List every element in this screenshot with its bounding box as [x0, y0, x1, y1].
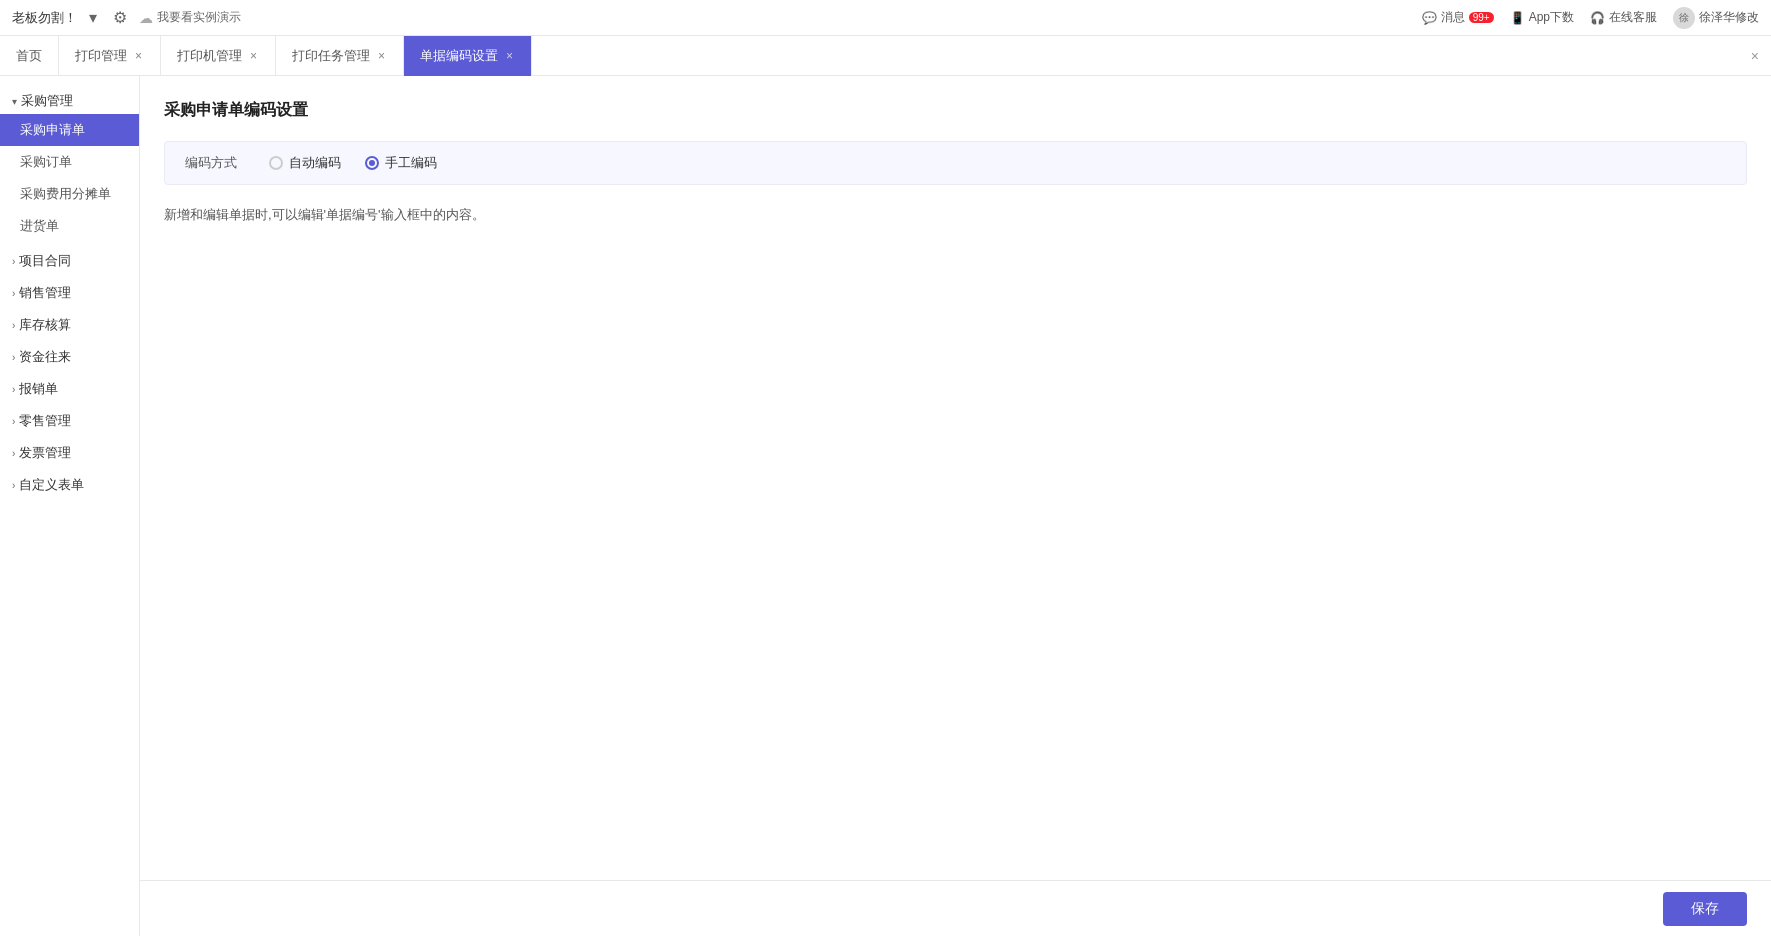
sidebar-group-retail-mgmt-header[interactable]: › 零售管理	[0, 404, 139, 434]
sidebar-group-capital: › 资金往来	[0, 340, 139, 370]
tab-print-task-mgmt[interactable]: 打印任务管理 ×	[276, 36, 404, 76]
tab-print-mgmt[interactable]: 打印管理 ×	[59, 36, 161, 76]
project-contract-label: 项目合同	[19, 252, 71, 270]
project-contract-arrow: ›	[12, 256, 15, 267]
sidebar-group-purchase-mgmt: ▾ 采购管理 采购申请单 采购订单 采购费用分摊单 进货单	[0, 84, 139, 242]
sidebar-item-purchase-expense-label: 采购费用分摊单	[20, 186, 111, 201]
app-download-label: App下数	[1529, 9, 1574, 26]
sidebar: ▾ 采购管理 采购申请单 采购订单 采购费用分摊单 进货单 › 项目合同	[0, 76, 140, 936]
message-icon: 💬	[1422, 11, 1437, 25]
demo-link[interactable]: ☁ 我要看实例演示	[139, 9, 241, 26]
custom-form-arrow: ›	[12, 480, 15, 491]
sidebar-group-retail-mgmt: › 零售管理	[0, 404, 139, 434]
invoice-mgmt-label: 发票管理	[19, 444, 71, 462]
settings-button[interactable]: ⚙	[109, 6, 131, 29]
tab-print-task-mgmt-label: 打印任务管理	[292, 47, 370, 65]
tab-printer-mgmt-close[interactable]: ×	[248, 50, 259, 62]
app-title: 老板勿割！	[12, 9, 77, 27]
user-info[interactable]: 徐 徐泽华修改	[1673, 7, 1759, 29]
user-name: 徐泽华修改	[1699, 9, 1759, 26]
dropdown-button[interactable]: ▾	[85, 6, 101, 29]
main-layout: ▾ 采购管理 采购申请单 采购订单 采购费用分摊单 进货单 › 项目合同	[0, 76, 1771, 936]
manual-code-radio[interactable]	[365, 156, 379, 170]
messages-action[interactable]: 💬 消息 99+	[1422, 9, 1494, 26]
sidebar-group-purchase-mgmt-header[interactable]: ▾ 采购管理	[0, 84, 139, 114]
sales-mgmt-arrow: ›	[12, 288, 15, 299]
sidebar-group-sales-mgmt: › 销售管理	[0, 276, 139, 306]
sidebar-group-inventory-header[interactable]: › 库存核算	[0, 308, 139, 338]
sidebar-group-inventory: › 库存核算	[0, 308, 139, 338]
retail-mgmt-label: 零售管理	[19, 412, 71, 430]
invoice-mgmt-arrow: ›	[12, 448, 15, 459]
top-bar-right: 💬 消息 99+ 📱 App下数 🎧 在线客服 徐 徐泽华修改	[1422, 7, 1759, 29]
content-footer: 保存	[140, 880, 1771, 936]
messages-badge: 99+	[1469, 12, 1494, 23]
online-support-label: 在线客服	[1609, 9, 1657, 26]
capital-label: 资金往来	[19, 348, 71, 366]
app-download-icon: 📱	[1510, 11, 1525, 25]
sidebar-group-invoice-mgmt-header[interactable]: › 发票管理	[0, 436, 139, 466]
messages-label: 消息	[1441, 9, 1465, 26]
purchase-mgmt-label: 采购管理	[21, 92, 73, 110]
sidebar-item-purchase-order-label: 采购订单	[20, 154, 72, 169]
online-support-icon: 🎧	[1590, 11, 1605, 25]
sidebar-group-returns: › 报销单	[0, 372, 139, 402]
sidebar-group-custom-form-header[interactable]: › 自定义表单	[0, 468, 139, 498]
app-download-action[interactable]: 📱 App下数	[1510, 9, 1574, 26]
sidebar-item-import-bill[interactable]: 进货单	[0, 210, 139, 242]
sales-mgmt-label: 销售管理	[19, 284, 71, 302]
page-title: 采购申请单编码设置	[164, 100, 1747, 121]
online-support-action[interactable]: 🎧 在线客服	[1590, 9, 1657, 26]
sidebar-item-purchase-request[interactable]: 采购申请单	[0, 114, 139, 146]
sidebar-group-capital-header[interactable]: › 资金往来	[0, 340, 139, 370]
inventory-arrow: ›	[12, 320, 15, 331]
inventory-label: 库存核算	[19, 316, 71, 334]
returns-label: 报销单	[19, 380, 58, 398]
auto-code-radio[interactable]	[269, 156, 283, 170]
tab-home[interactable]: 首页	[0, 36, 59, 76]
custom-form-label: 自定义表单	[19, 476, 84, 494]
tab-printer-mgmt-label: 打印机管理	[177, 47, 242, 65]
sidebar-item-purchase-expense[interactable]: 采购费用分摊单	[0, 178, 139, 210]
sidebar-item-import-bill-label: 进货单	[20, 218, 59, 233]
tab-bar: 首页 打印管理 × 打印机管理 × 打印任务管理 × 单据编码设置 × ×	[0, 36, 1771, 76]
sidebar-item-purchase-order[interactable]: 采购订单	[0, 146, 139, 178]
purchase-mgmt-arrow: ▾	[12, 96, 17, 107]
content-body: 采购申请单编码设置 编码方式 自动编码 手工编码 新增和编辑单据时,可以编辑'单…	[140, 76, 1771, 880]
sidebar-item-purchase-request-label: 采购申请单	[20, 122, 85, 137]
tab-single-code-settings-close[interactable]: ×	[504, 50, 515, 62]
tab-print-mgmt-label: 打印管理	[75, 47, 127, 65]
tab-print-task-mgmt-close[interactable]: ×	[376, 50, 387, 62]
manual-code-option[interactable]: 手工编码	[365, 154, 437, 172]
tab-bar-close-all[interactable]: ×	[1739, 48, 1771, 64]
returns-arrow: ›	[12, 384, 15, 395]
tab-single-code-settings-label: 单据编码设置	[420, 47, 498, 65]
tab-home-label: 首页	[16, 47, 42, 65]
save-button[interactable]: 保存	[1663, 892, 1747, 926]
retail-mgmt-arrow: ›	[12, 416, 15, 427]
sidebar-group-custom-form: › 自定义表单	[0, 468, 139, 498]
top-bar-left: 老板勿割！ ▾ ⚙ ☁ 我要看实例演示	[12, 6, 241, 29]
auto-code-label: 自动编码	[289, 154, 341, 172]
tab-printer-mgmt[interactable]: 打印机管理 ×	[161, 36, 276, 76]
coding-method-row: 编码方式 自动编码 手工编码	[164, 141, 1747, 185]
sidebar-group-project-contract: › 项目合同	[0, 244, 139, 274]
content-area: 采购申请单编码设置 编码方式 自动编码 手工编码 新增和编辑单据时,可以编辑'单…	[140, 76, 1771, 936]
sidebar-group-invoice-mgmt: › 发票管理	[0, 436, 139, 466]
tab-print-mgmt-close[interactable]: ×	[133, 50, 144, 62]
cloud-icon: ☁	[139, 10, 153, 26]
demo-text: 我要看实例演示	[157, 9, 241, 26]
sidebar-group-sales-mgmt-header[interactable]: › 销售管理	[0, 276, 139, 306]
avatar: 徐	[1673, 7, 1695, 29]
sidebar-group-project-contract-header[interactable]: › 项目合同	[0, 244, 139, 274]
coding-method-label: 编码方式	[185, 154, 237, 172]
hint-text: 新增和编辑单据时,可以编辑'单据编号'输入框中的内容。	[164, 205, 1747, 226]
sidebar-group-returns-header[interactable]: › 报销单	[0, 372, 139, 402]
top-bar: 老板勿割！ ▾ ⚙ ☁ 我要看实例演示 💬 消息 99+ 📱 App下数 🎧 在…	[0, 0, 1771, 36]
tab-single-code-settings[interactable]: 单据编码设置 ×	[404, 36, 532, 76]
auto-code-option[interactable]: 自动编码	[269, 154, 341, 172]
capital-arrow: ›	[12, 352, 15, 363]
manual-code-label: 手工编码	[385, 154, 437, 172]
